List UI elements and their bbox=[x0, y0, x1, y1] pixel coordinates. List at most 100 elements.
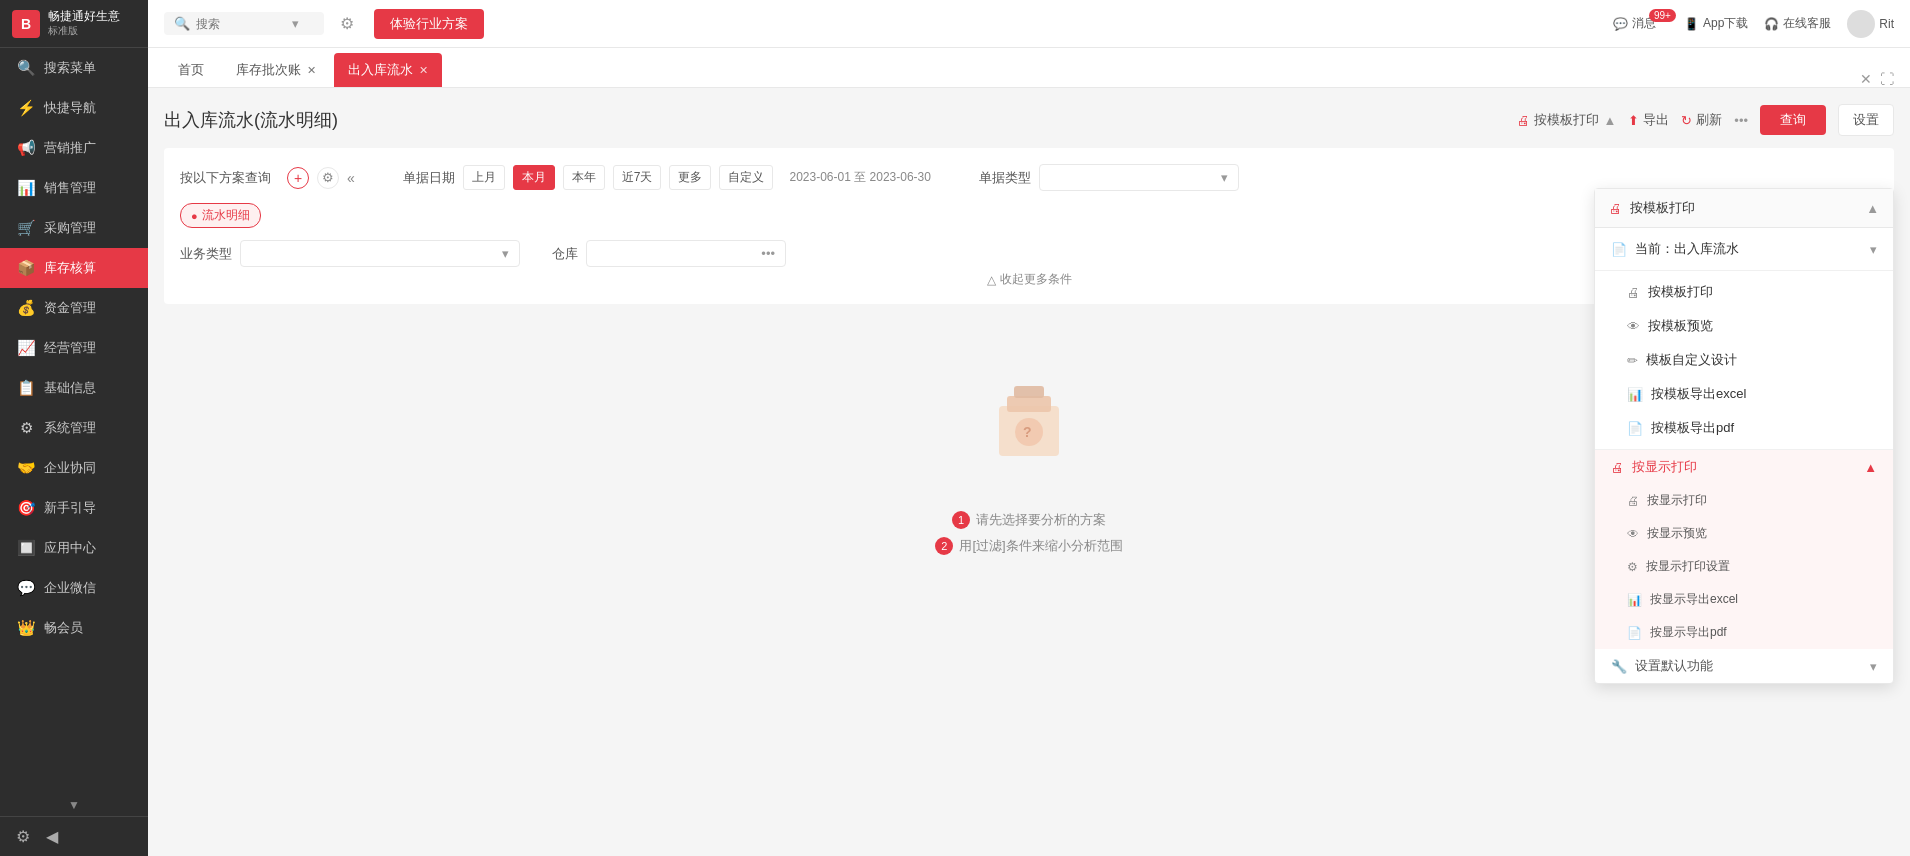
tab-expand-icon[interactable]: ⛶ bbox=[1880, 71, 1894, 87]
business-type-arrow: ▾ bbox=[502, 246, 509, 261]
dropdown-template-section: 🖨 按模板打印 👁 按模板预览 ✏ 模板自定义设计 📊 按模板导出excel 📄 bbox=[1595, 271, 1893, 450]
search-dropdown-arrow[interactable]: ▾ bbox=[292, 16, 299, 31]
dropdown-item-display-settings[interactable]: ⚙ 按显示打印设置 bbox=[1595, 550, 1893, 583]
sidebar: B 畅捷通好生意 标准版 🔍 搜索菜单 ⚡ 快捷导航 📢 营销推广 📊 销售管理… bbox=[0, 0, 148, 856]
display-excel-icon: 📊 bbox=[1627, 593, 1642, 607]
tab-batch[interactable]: 库存批次账 ✕ bbox=[222, 53, 330, 87]
sidebar-item-operation[interactable]: 📈 经营管理 bbox=[0, 328, 148, 368]
date-tag-last-month[interactable]: 上月 bbox=[463, 165, 505, 190]
dropdown-item-template-pdf[interactable]: 📄 按模板导出pdf bbox=[1595, 411, 1893, 445]
refresh-button[interactable]: ↻ 刷新 bbox=[1681, 111, 1722, 129]
sidebar-item-enterprise[interactable]: 🤝 企业协同 bbox=[0, 448, 148, 488]
topbar-right: 💬 消息 99+ 📱 App下载 🎧 在线客服 Rit bbox=[1613, 10, 1894, 38]
date-tag-more[interactable]: 更多 bbox=[669, 165, 711, 190]
money-icon: 💰 bbox=[16, 298, 36, 318]
export-button[interactable]: ⬆ 导出 bbox=[1628, 111, 1669, 129]
default-func-arrow: ▾ bbox=[1870, 659, 1877, 674]
sidebar-item-inventory[interactable]: 📦 库存核算 bbox=[0, 248, 148, 288]
dropdown-current-template[interactable]: 📄 当前：出入库流水 ▾ bbox=[1595, 232, 1893, 266]
doc-type-arrow: ▾ bbox=[1221, 170, 1228, 185]
tab-home[interactable]: 首页 bbox=[164, 53, 218, 87]
add-scheme-button[interactable]: + bbox=[287, 167, 309, 189]
app-download-button[interactable]: 📱 App下载 bbox=[1684, 15, 1748, 32]
empty-illustration: ? bbox=[979, 376, 1079, 495]
tag-scheme-icon: ● bbox=[191, 210, 198, 222]
query-button[interactable]: 查询 bbox=[1760, 105, 1826, 135]
settings-button[interactable]: 设置 bbox=[1838, 104, 1894, 136]
sidebar-item-finance[interactable]: 💰 资金管理 bbox=[0, 288, 148, 328]
date-tag-custom[interactable]: 自定义 bbox=[719, 165, 773, 190]
dropdown-item-display-preview[interactable]: 👁 按显示预览 bbox=[1595, 517, 1893, 550]
scheme-settings-button[interactable]: ⚙ bbox=[317, 167, 339, 189]
sidebar-item-app-center[interactable]: 🔲 应用中心 bbox=[0, 528, 148, 568]
target-icon: 🎯 bbox=[16, 498, 36, 518]
business-type-select[interactable]: ▾ bbox=[240, 240, 520, 267]
print-dropdown-arrow[interactable]: ▲ bbox=[1603, 113, 1616, 128]
sidebar-item-member[interactable]: 👑 畅会员 bbox=[0, 608, 148, 648]
hint-number-1: 1 bbox=[952, 511, 970, 529]
user-avatar-button[interactable]: Rit bbox=[1847, 10, 1894, 38]
dropdown-item-template-design[interactable]: ✏ 模板自定义设计 bbox=[1595, 343, 1893, 377]
filter-row-1: 按以下方案查询 + ⚙ « 单据日期 上月 本月 本年 近7天 更多 自定义 bbox=[180, 164, 1878, 191]
collapse-filter-button[interactable]: « bbox=[347, 170, 355, 186]
dropdown-item-display-print[interactable]: 🖨 按显示打印 bbox=[1595, 484, 1893, 517]
sidebar-item-marketing[interactable]: 📢 营销推广 bbox=[0, 128, 148, 168]
refresh-icon: ↻ bbox=[1681, 113, 1692, 128]
sidebar-menu: 🔍 搜索菜单 ⚡ 快捷导航 📢 营销推广 📊 销售管理 🛒 采购管理 📦 库存核… bbox=[0, 48, 148, 794]
dropdown-default-func[interactable]: 🔧 设置默认功能 ▾ bbox=[1595, 649, 1893, 683]
page-action-right: 🖨 按模板打印 ▲ ⬆ 导出 ↻ 刷新 ••• 查询 设置 bbox=[1517, 104, 1894, 136]
search-icon: 🔍 bbox=[174, 16, 190, 31]
date-tag-7-days[interactable]: 近7天 bbox=[613, 165, 662, 190]
tab-close-all-icon[interactable]: ✕ bbox=[1860, 71, 1872, 87]
tab-flow[interactable]: 出入库流水 ✕ bbox=[334, 53, 442, 87]
chat-icon: 💬 bbox=[16, 578, 36, 598]
sidebar-item-newbie[interactable]: 🎯 新手引导 bbox=[0, 488, 148, 528]
dropdown-display-section-header[interactable]: 🖨 按显示打印 ▲ bbox=[1595, 450, 1893, 484]
sidebar-item-search[interactable]: 🔍 搜索菜单 bbox=[0, 48, 148, 88]
message-button[interactable]: 💬 消息 99+ bbox=[1613, 15, 1668, 32]
tab-batch-close[interactable]: ✕ bbox=[307, 64, 316, 77]
sidebar-item-wechat[interactable]: 💬 企业微信 bbox=[0, 568, 148, 608]
sidebar-item-basic[interactable]: 📋 基础信息 bbox=[0, 368, 148, 408]
settings-bottom-icon[interactable]: ⚙ bbox=[16, 827, 30, 846]
dropdown-current-section: 📄 当前：出入库流水 ▾ bbox=[1595, 228, 1893, 271]
date-tag-current-month[interactable]: 本月 bbox=[513, 165, 555, 190]
export-icon: ⬆ bbox=[1628, 113, 1639, 128]
dropdown-item-display-excel[interactable]: 📊 按显示导出excel bbox=[1595, 583, 1893, 616]
display-print-header-icon: 🖨 bbox=[1611, 460, 1624, 475]
collapse-sidebar-icon[interactable]: ◀ bbox=[46, 827, 58, 846]
dropdown-collapse-arrow[interactable]: ▲ bbox=[1866, 201, 1879, 216]
crown-icon: 👑 bbox=[16, 618, 36, 638]
collapse-more-button[interactable]: △ 收起更多条件 bbox=[987, 271, 1072, 288]
topbar: 🔍 ▾ ⚙ 体验行业方案 💬 消息 99+ 📱 App下载 🎧 在线客服 Rit bbox=[148, 0, 1910, 48]
doc-type-select[interactable]: ▾ bbox=[1039, 164, 1239, 191]
tab-flow-close[interactable]: ✕ bbox=[419, 64, 428, 77]
date-range-display: 2023-06-01 至 2023-06-30 bbox=[789, 169, 930, 186]
template-pdf-icon: 📄 bbox=[1627, 421, 1643, 436]
dropdown-item-display-pdf[interactable]: 📄 按显示导出pdf bbox=[1595, 616, 1893, 649]
svg-text:?: ? bbox=[1023, 424, 1032, 440]
dropdown-item-template-preview[interactable]: 👁 按模板预览 bbox=[1595, 309, 1893, 343]
online-service-button[interactable]: 🎧 在线客服 bbox=[1764, 15, 1831, 32]
sidebar-item-quick-nav[interactable]: ⚡ 快捷导航 bbox=[0, 88, 148, 128]
topbar-gear-icon[interactable]: ⚙ bbox=[340, 14, 354, 33]
date-tag-current-year[interactable]: 本年 bbox=[563, 165, 605, 190]
topbar-search-box[interactable]: 🔍 ▾ bbox=[164, 12, 324, 35]
sidebar-item-system[interactable]: ⚙ 系统管理 bbox=[0, 408, 148, 448]
sidebar-item-purchase[interactable]: 🛒 采购管理 bbox=[0, 208, 148, 248]
main-content: 🔍 ▾ ⚙ 体验行业方案 💬 消息 99+ 📱 App下载 🎧 在线客服 Rit bbox=[148, 0, 1910, 856]
dropdown-item-template-print[interactable]: 🖨 按模板打印 bbox=[1595, 275, 1893, 309]
print-template-button[interactable]: 🖨 按模板打印 ▲ bbox=[1517, 111, 1616, 129]
warehouse-more-icon[interactable]: ••• bbox=[761, 246, 775, 261]
warehouse-select[interactable]: ••• bbox=[586, 240, 786, 267]
sidebar-item-sales[interactable]: 📊 销售管理 bbox=[0, 168, 148, 208]
template-excel-icon: 📊 bbox=[1627, 387, 1643, 402]
template-print-icon: 🖨 bbox=[1627, 285, 1640, 300]
display-print-icon: 🖨 bbox=[1627, 494, 1639, 508]
dropdown-item-template-excel[interactable]: 📊 按模板导出excel bbox=[1595, 377, 1893, 411]
search-input[interactable] bbox=[196, 17, 286, 31]
trial-industry-button[interactable]: 体验行业方案 bbox=[374, 9, 484, 39]
cart-icon: 🛒 bbox=[16, 218, 36, 238]
empty-hint-1: 1 请先选择要分析的方案 bbox=[952, 511, 1106, 529]
more-actions-icon[interactable]: ••• bbox=[1734, 113, 1748, 128]
